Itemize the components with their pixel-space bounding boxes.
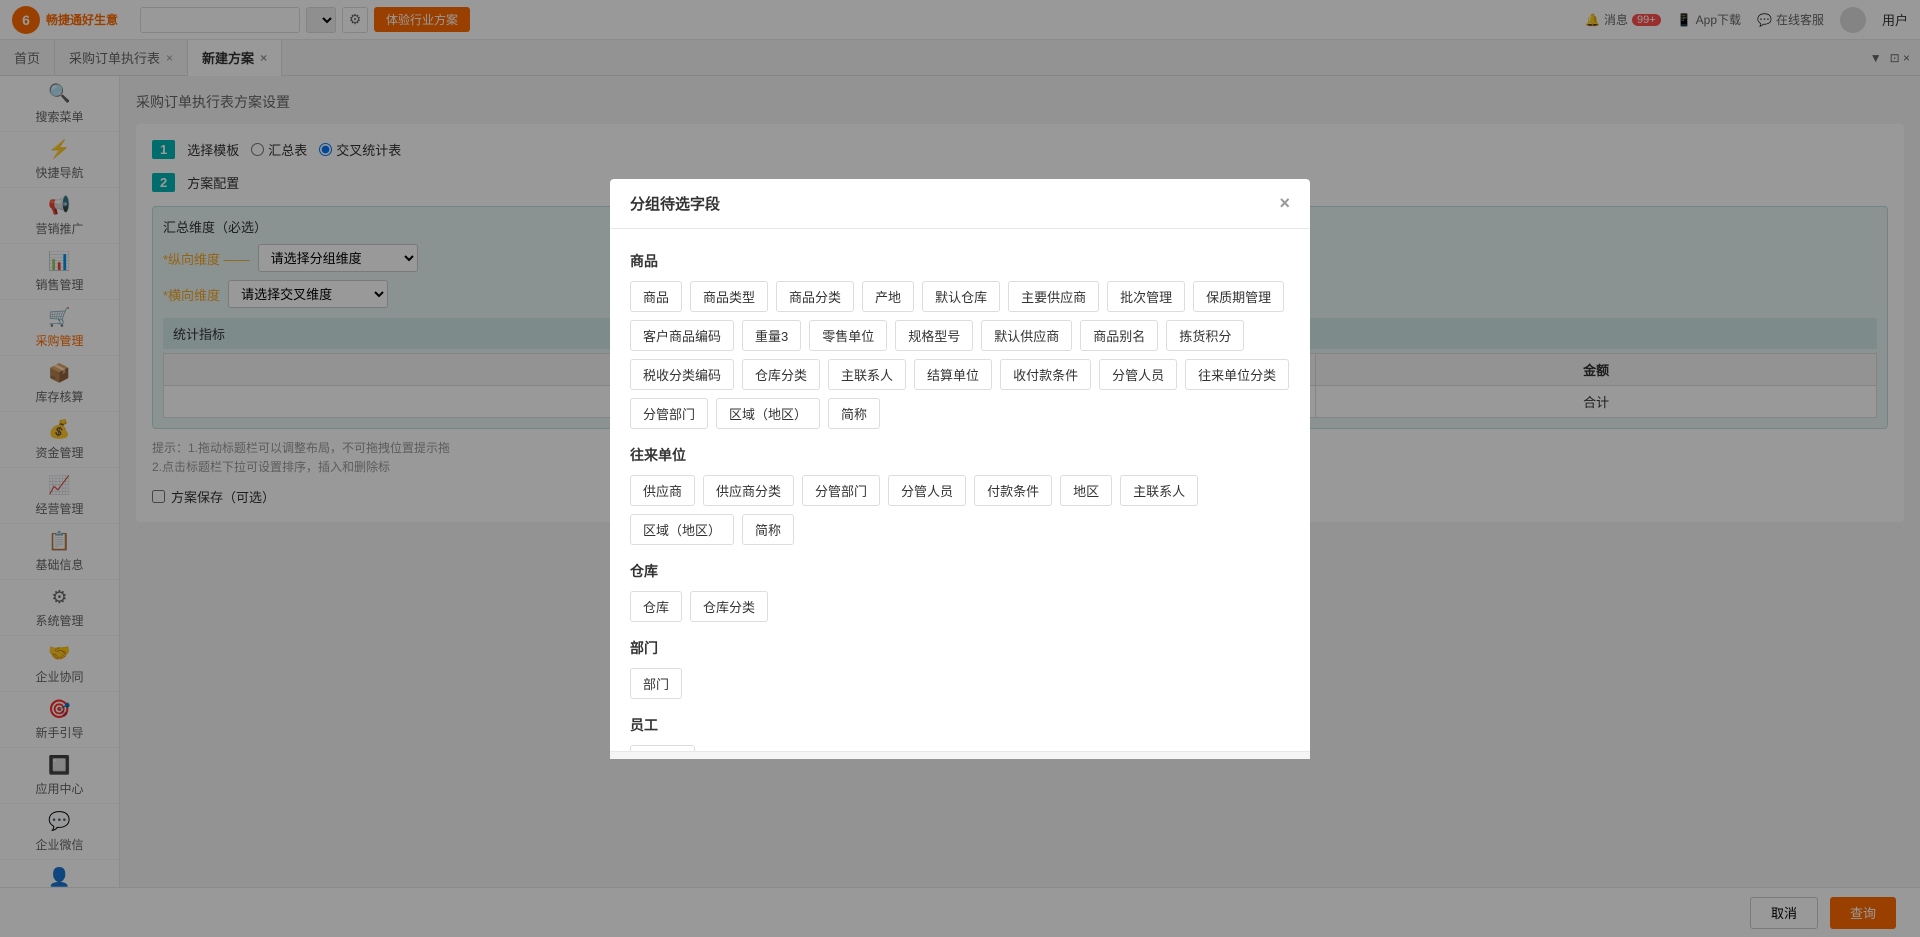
field-tag-0-3[interactable]: 产地 xyxy=(862,281,914,312)
field-tag-1-5[interactable]: 地区 xyxy=(1060,475,1112,506)
field-group-3: 部门 xyxy=(630,668,1290,699)
field-tag-0-24[interactable]: 简称 xyxy=(828,398,880,429)
field-tag-0-9[interactable]: 重量3 xyxy=(742,320,801,351)
field-tag-0-2[interactable]: 商品分类 xyxy=(776,281,854,312)
field-tag-0-22[interactable]: 分管部门 xyxy=(630,398,708,429)
field-tag-0-1[interactable]: 商品类型 xyxy=(690,281,768,312)
field-tag-1-6[interactable]: 主联系人 xyxy=(1120,475,1198,506)
field-tag-0-7[interactable]: 保质期管理 xyxy=(1193,281,1284,312)
field-tag-3-0[interactable]: 部门 xyxy=(630,668,682,699)
section-title-3: 部门 xyxy=(630,638,1290,658)
field-tag-0-18[interactable]: 结算单位 xyxy=(914,359,992,390)
section-title-0: 商品 xyxy=(630,251,1290,271)
field-tag-0-0[interactable]: 商品 xyxy=(630,281,682,312)
field-tag-0-14[interactable]: 拣货积分 xyxy=(1166,320,1244,351)
field-tag-1-7[interactable]: 区域（地区） xyxy=(630,514,734,545)
field-tag-0-4[interactable]: 默认仓库 xyxy=(922,281,1000,312)
field-tag-1-4[interactable]: 付款条件 xyxy=(974,475,1052,506)
field-tag-0-11[interactable]: 规格型号 xyxy=(895,320,973,351)
field-tag-0-12[interactable]: 默认供应商 xyxy=(981,320,1072,351)
section-title-1: 往来单位 xyxy=(630,445,1290,465)
modal-title: 分组待选字段 xyxy=(630,193,720,214)
field-group-1: 供应商供应商分类分管部门分管人员付款条件地区主联系人区域（地区） 简称 xyxy=(630,475,1290,545)
modal-header: 分组待选字段 × xyxy=(610,179,1310,229)
modal-close-button[interactable]: × xyxy=(1279,194,1290,212)
field-tag-0-8[interactable]: 客户商品编码 xyxy=(630,320,734,351)
field-tag-1-1[interactable]: 供应商分类 xyxy=(703,475,794,506)
field-tag-0-13[interactable]: 商品别名 xyxy=(1080,320,1158,351)
field-tag-0-19[interactable]: 收付款条件 xyxy=(1000,359,1091,390)
field-tag-0-15[interactable]: 税收分类编码 xyxy=(630,359,734,390)
field-tag-0-21[interactable]: 往来单位分类 xyxy=(1185,359,1289,390)
modal-body: 商品商品商品类型商品分类产地默认仓库主要供应商批次管理保质期管理客户商品编码重量… xyxy=(610,229,1310,751)
field-tag-1-8[interactable]: 简称 xyxy=(742,514,794,545)
field-tag-1-2[interactable]: 分管部门 xyxy=(802,475,880,506)
field-tag-0-6[interactable]: 批次管理 xyxy=(1107,281,1185,312)
field-tag-2-0[interactable]: 仓库 xyxy=(630,591,682,622)
modal-horizontal-scrollbar[interactable] xyxy=(610,751,1310,759)
modal-overlay: 分组待选字段 × 商品商品商品类型商品分类产地默认仓库主要供应商批次管理保质期管… xyxy=(0,0,1920,937)
field-tag-0-20[interactable]: 分管人员 xyxy=(1099,359,1177,390)
section-title-2: 仓库 xyxy=(630,561,1290,581)
field-group-0: 商品商品类型商品分类产地默认仓库主要供应商批次管理保质期管理客户商品编码重量3 零… xyxy=(630,281,1290,429)
field-tag-1-3[interactable]: 分管人员 xyxy=(888,475,966,506)
field-tag-0-5[interactable]: 主要供应商 xyxy=(1008,281,1099,312)
modal-dialog: 分组待选字段 × 商品商品商品类型商品分类产地默认仓库主要供应商批次管理保质期管… xyxy=(610,179,1310,759)
field-tag-0-10[interactable]: 零售单位 xyxy=(809,320,887,351)
field-tag-1-0[interactable]: 供应商 xyxy=(630,475,695,506)
field-group-2: 仓库仓库分类 xyxy=(630,591,1290,622)
field-tag-0-23[interactable]: 区域（地区） xyxy=(716,398,820,429)
section-title-4: 员工 xyxy=(630,715,1290,735)
field-tag-0-16[interactable]: 仓库分类 xyxy=(742,359,820,390)
field-tag-2-1[interactable]: 仓库分类 xyxy=(690,591,768,622)
field-tag-0-17[interactable]: 主联系人 xyxy=(828,359,906,390)
